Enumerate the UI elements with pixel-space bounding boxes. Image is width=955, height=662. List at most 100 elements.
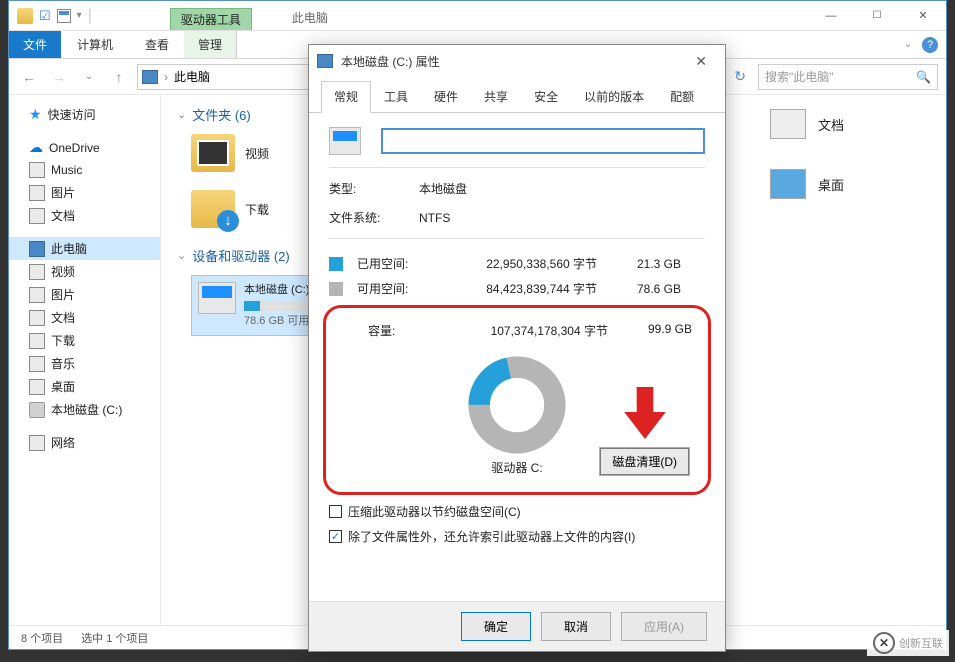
drive-name: 本地磁盘 (C:) <box>244 282 316 299</box>
contextual-tab-driver-tools[interactable]: 驱动器工具 <box>170 8 252 30</box>
folder-downloads[interactable]: 下载 <box>191 190 269 228</box>
window-title: 此电脑 <box>292 9 328 30</box>
drive-icon <box>198 282 236 314</box>
tab-security[interactable]: 安全 <box>521 81 571 112</box>
sidebar-pictures[interactable]: 图片 <box>9 181 160 204</box>
ok-button[interactable]: 确定 <box>461 612 531 641</box>
index-checkbox-row[interactable]: ✓ 除了文件属性外，还允许索引此驱动器上文件的内容(I) <box>329 528 705 545</box>
documents-icon <box>29 310 45 326</box>
capacity-label: 容量: <box>368 322 434 339</box>
disk-cleanup-button[interactable]: 磁盘清理(D) <box>599 447 690 476</box>
dialog-title: 本地磁盘 (C:) 属性 <box>341 53 440 70</box>
dialog-titlebar: 本地磁盘 (C:) 属性 ✕ <box>309 45 725 77</box>
cloud-icon: ☁ <box>29 139 43 156</box>
dialog-tabs: 常规 工具 硬件 共享 安全 以前的版本 配额 <box>309 81 725 113</box>
close-button[interactable] <box>900 1 946 31</box>
tab-previous[interactable]: 以前的版本 <box>571 81 657 112</box>
properties-icon[interactable]: ☑ <box>39 8 51 24</box>
drive-free-text: 78.6 GB 可用 <box>244 313 316 330</box>
callout-annotation: 容量: 107,374,178,304 字节 99.9 GB 驱动器 C: 磁盘… <box>323 305 711 495</box>
sidebar-music[interactable]: Music <box>9 159 160 181</box>
sidebar-documents[interactable]: 文档 <box>9 204 160 227</box>
tab-hardware[interactable]: 硬件 <box>421 81 471 112</box>
search-icon: 🔍 <box>916 70 931 84</box>
sidebar: ★快速访问 ☁OneDrive Music 图片 文档 此电脑 视频 图片 文档… <box>9 95 161 625</box>
star-icon: ★ <box>29 106 42 123</box>
dialog-close-button[interactable]: ✕ <box>685 49 717 74</box>
back-button[interactable]: ← <box>17 65 41 89</box>
ribbon-computer-tab[interactable]: 计算机 <box>61 31 129 58</box>
type-value: 本地磁盘 <box>419 180 467 197</box>
checkbox-checked-icon: ✓ <box>329 530 342 543</box>
pictures-icon <box>29 287 45 303</box>
cancel-button[interactable]: 取消 <box>541 612 611 641</box>
used-gb: 21.3 GB <box>611 257 681 271</box>
drive-icon <box>329 127 361 155</box>
folder-icon <box>770 169 806 199</box>
documents-icon <box>29 208 45 224</box>
sidebar-this-pc[interactable]: 此电脑 <box>9 237 160 260</box>
ribbon-view-tab[interactable]: 查看 <box>129 31 185 58</box>
drive-name-input[interactable] <box>381 128 705 154</box>
sidebar-local-c[interactable]: 本地磁盘 (C:) <box>9 398 160 421</box>
minimize-button[interactable] <box>808 1 854 31</box>
history-dropdown[interactable]: ⌄ <box>77 65 101 89</box>
drive-usage-bar <box>244 301 316 311</box>
video-icon <box>29 264 45 280</box>
sidebar-downloads[interactable]: 下载 <box>9 329 160 352</box>
app-icon[interactable] <box>57 9 71 23</box>
qat-overflow-icon[interactable]: ▾ <box>77 10 82 21</box>
pc-icon <box>29 241 45 257</box>
sidebar-documents2[interactable]: 文档 <box>9 306 160 329</box>
maximize-button[interactable] <box>854 1 900 31</box>
used-color-swatch <box>329 257 343 271</box>
ribbon-collapse-icon[interactable]: ⌄ <box>904 39 912 50</box>
pictures-icon <box>29 185 45 201</box>
sidebar-pictures2[interactable]: 图片 <box>9 283 160 306</box>
sidebar-music2[interactable]: 音乐 <box>9 352 160 375</box>
music-icon <box>29 162 45 178</box>
folder-icon <box>770 109 806 139</box>
tab-sharing[interactable]: 共享 <box>471 81 521 112</box>
address-text: 此电脑 <box>174 68 210 85</box>
sidebar-desktop[interactable]: 桌面 <box>9 375 160 398</box>
folder-documents[interactable]: 文档 <box>770 109 930 139</box>
ribbon-file-tab[interactable]: 文件 <box>9 31 61 58</box>
fs-label: 文件系统: <box>329 209 399 226</box>
sidebar-network[interactable]: 网络 <box>9 431 160 454</box>
apply-button[interactable]: 应用(A) <box>621 612 707 641</box>
search-placeholder: 搜索"此电脑" <box>765 68 834 85</box>
watermark: ✕ 创新互联 <box>867 630 949 656</box>
help-icon[interactable]: ? <box>922 37 938 53</box>
status-selected: 选中 1 个项目 <box>81 630 148 646</box>
compress-checkbox-row[interactable]: 压缩此驱动器以节约磁盘空间(C) <box>329 503 705 520</box>
ribbon-manage-tab[interactable]: 管理 <box>184 31 237 58</box>
capacity-bytes: 107,374,178,304 字节 <box>448 322 608 339</box>
status-item-count: 8 个项目 <box>21 630 63 646</box>
free-bytes: 84,423,839,744 字节 <box>437 280 597 297</box>
folder-videos[interactable]: 视频 <box>191 134 269 172</box>
capacity-gb: 99.9 GB <box>622 322 692 339</box>
dialog-buttons: 确定 取消 应用(A) <box>309 601 725 651</box>
properties-dialog: 本地磁盘 (C:) 属性 ✕ 常规 工具 硬件 共享 安全 以前的版本 配额 类… <box>308 44 726 652</box>
sidebar-onedrive[interactable]: ☁OneDrive <box>9 136 160 159</box>
folder-desktop[interactable]: 桌面 <box>770 169 930 199</box>
usage-donut-chart <box>467 355 567 455</box>
free-space-row: 可用空间: 84,423,839,744 字节 78.6 GB <box>329 276 705 301</box>
quick-access-toolbar: ☑ ▾ | <box>9 7 100 25</box>
network-icon <box>29 435 45 451</box>
sidebar-videos[interactable]: 视频 <box>9 260 160 283</box>
up-button[interactable]: ↑ <box>107 65 131 89</box>
pc-icon <box>142 70 158 84</box>
tab-tools[interactable]: 工具 <box>371 81 421 112</box>
forward-button[interactable]: → <box>47 65 71 89</box>
used-space-row: 已用空间: 22,950,338,560 字节 21.3 GB <box>329 251 705 276</box>
tab-general[interactable]: 常规 <box>321 81 371 113</box>
drive-icon <box>317 54 333 68</box>
sidebar-quick-access[interactable]: ★快速访问 <box>9 103 160 126</box>
watermark-logo-icon: ✕ <box>873 632 895 654</box>
tab-quota[interactable]: 配额 <box>657 81 707 112</box>
refresh-icon[interactable]: ↻ <box>734 68 746 85</box>
music-icon <box>29 356 45 372</box>
search-input[interactable]: 搜索"此电脑" 🔍 <box>758 64 938 90</box>
